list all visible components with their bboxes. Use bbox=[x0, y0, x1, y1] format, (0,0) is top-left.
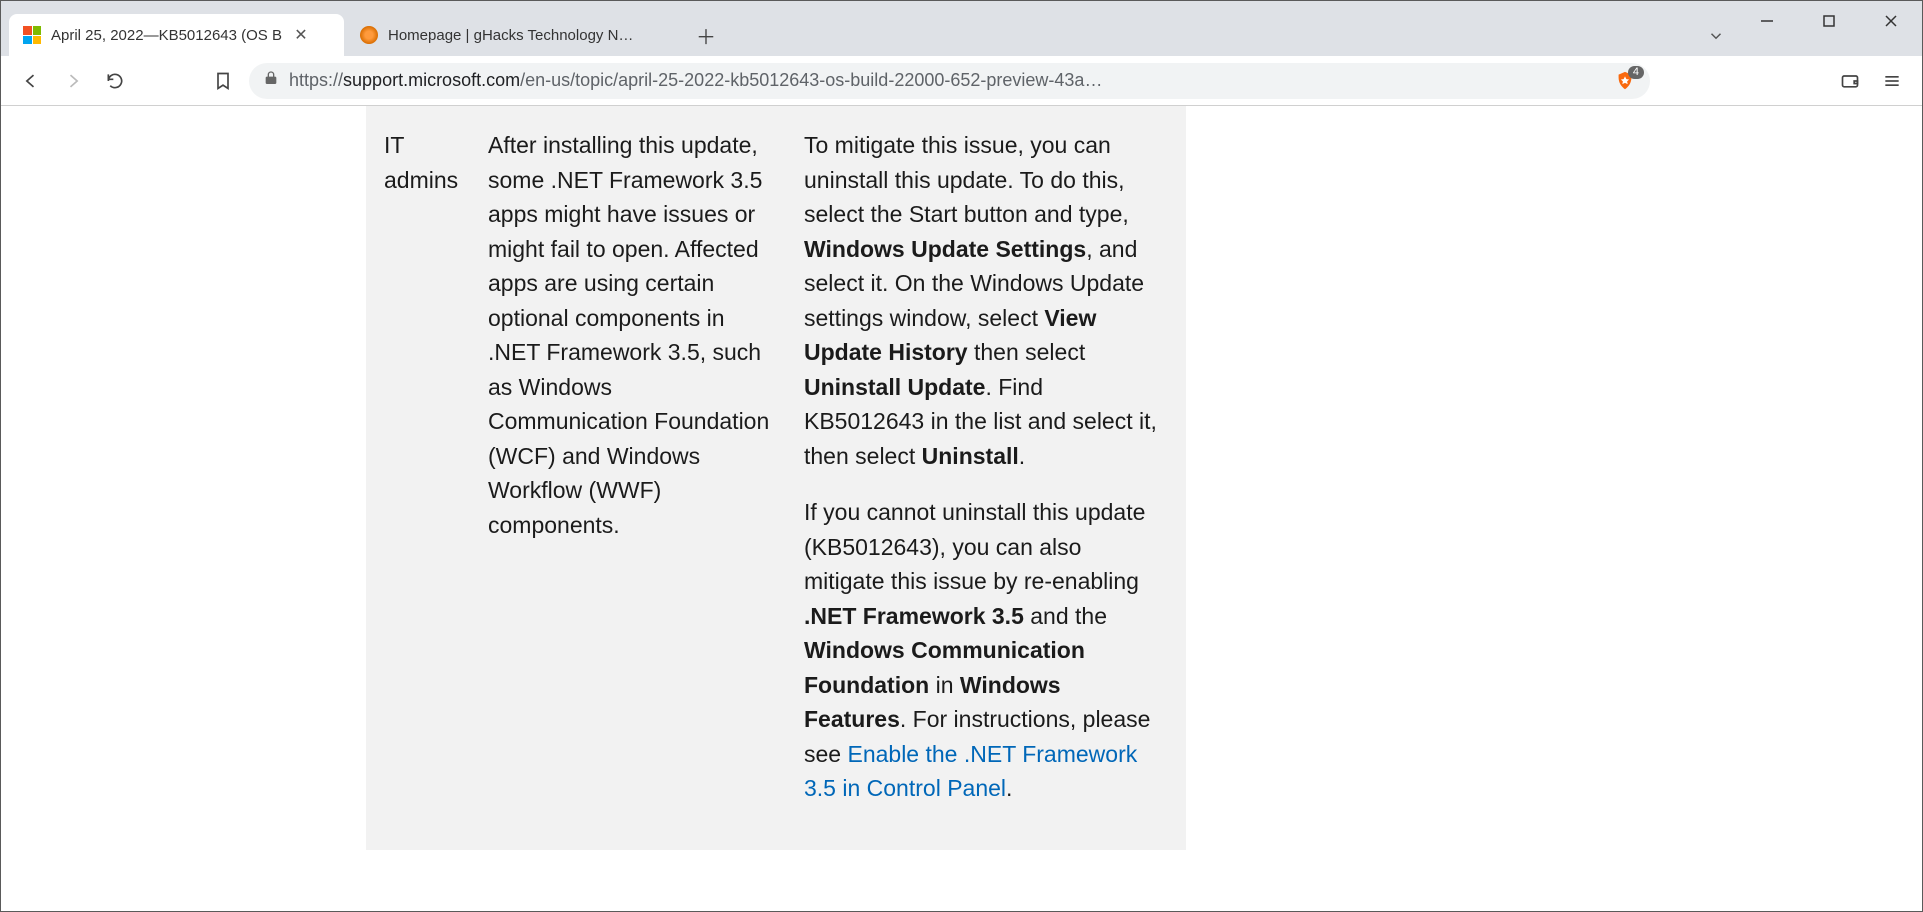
address-bar[interactable]: https://support.microsoft.com/en-us/topi… bbox=[249, 63, 1650, 99]
audience-cell: IT admins bbox=[384, 128, 462, 828]
browser-toolbar: https://support.microsoft.com/en-us/topi… bbox=[1, 56, 1922, 106]
lock-icon bbox=[263, 70, 279, 91]
page-viewport[interactable]: IT admins After installing this update, … bbox=[1, 106, 1922, 911]
url-scheme: https:// bbox=[289, 70, 343, 90]
reload-button[interactable] bbox=[97, 63, 133, 99]
close-window-button[interactable] bbox=[1860, 1, 1922, 41]
new-tab-button[interactable]: ＋ bbox=[691, 20, 721, 50]
tabs-strip: April 25, 2022—KB5012643 (OS B ✕ Homepag… bbox=[1, 1, 1696, 56]
tab-ghacks[interactable]: Homepage | gHacks Technology News bbox=[346, 14, 681, 56]
ghacks-icon bbox=[360, 26, 378, 44]
bookmark-button[interactable] bbox=[205, 63, 241, 99]
tab-title: Homepage | gHacks Technology News bbox=[388, 27, 638, 44]
tab-overflow-button[interactable] bbox=[1696, 16, 1736, 56]
menu-button[interactable] bbox=[1874, 63, 1910, 99]
page-content: IT admins After installing this update, … bbox=[1, 106, 1922, 911]
workaround-paragraph-1: To mitigate this issue, you can uninstal… bbox=[804, 128, 1168, 473]
tab-kb5012643[interactable]: April 25, 2022—KB5012643 (OS B ✕ bbox=[9, 14, 344, 56]
enable-dotnet-link[interactable]: Enable the .NET Framework 3.5 in Control… bbox=[804, 741, 1137, 802]
back-button[interactable] bbox=[13, 63, 49, 99]
wallet-button[interactable] bbox=[1832, 63, 1868, 99]
url-path: /en-us/topic/april-25-2022-kb5012643-os-… bbox=[520, 70, 1102, 90]
maximize-button[interactable] bbox=[1798, 1, 1860, 41]
workaround-paragraph-2: If you cannot uninstall this update (KB5… bbox=[804, 495, 1168, 806]
symptom-cell: After installing this update, some .NET … bbox=[488, 128, 778, 828]
workaround-cell: To mitigate this issue, you can uninstal… bbox=[804, 128, 1168, 828]
forward-button[interactable] bbox=[55, 63, 91, 99]
minimize-button[interactable] bbox=[1736, 1, 1798, 41]
close-icon[interactable]: ✕ bbox=[292, 26, 310, 44]
url-host: support.microsoft.com bbox=[343, 70, 520, 90]
known-issues-table-row: IT admins After installing this update, … bbox=[366, 106, 1186, 850]
url-text: https://support.microsoft.com/en-us/topi… bbox=[289, 70, 1604, 91]
microsoft-icon bbox=[23, 26, 41, 44]
brave-shields-button[interactable]: 4 bbox=[1614, 70, 1636, 92]
window-controls bbox=[1736, 1, 1922, 56]
tab-title: April 25, 2022—KB5012643 (OS B bbox=[51, 27, 282, 44]
shield-badge: 4 bbox=[1628, 66, 1644, 79]
browser-titlebar: April 25, 2022—KB5012643 (OS B ✕ Homepag… bbox=[1, 1, 1922, 56]
